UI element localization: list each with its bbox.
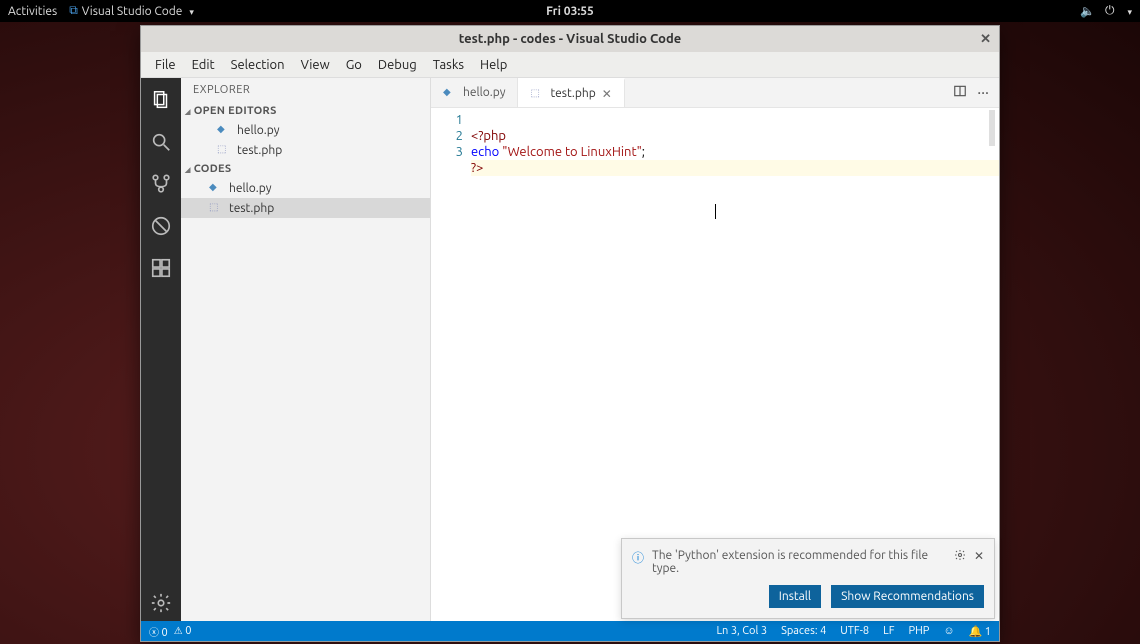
menu-tasks[interactable]: Tasks — [425, 58, 472, 72]
file-label: test.php — [229, 202, 274, 215]
file-label: hello.py — [229, 182, 271, 195]
menu-edit[interactable]: Edit — [184, 58, 223, 72]
settings-gear-icon[interactable] — [149, 591, 173, 615]
notification-toast: ⓘ The 'Python' extension is recommended … — [621, 538, 995, 619]
php-file-icon — [217, 143, 231, 157]
window-close-button[interactable]: ✕ — [980, 32, 991, 47]
menu-help[interactable]: Help — [472, 58, 515, 72]
vscode-window: test.php - codes - Visual Studio Code ✕ … — [140, 25, 1000, 642]
text-cursor — [715, 204, 716, 219]
folder-label: CODES — [194, 163, 232, 175]
vscode-app-icon: ⧉ — [69, 4, 78, 18]
code-token: <?php — [471, 129, 506, 143]
explorer-header: EXPLORER — [181, 78, 430, 102]
clock[interactable]: Fri 03:55 — [546, 5, 594, 18]
notification-settings-icon[interactable] — [954, 549, 966, 575]
editor-tab-test[interactable]: test.php ✕ — [518, 78, 624, 107]
install-button[interactable]: Install — [769, 585, 821, 608]
volume-icon[interactable]: 🔈 — [1080, 4, 1095, 18]
code-token: ?> — [471, 161, 483, 175]
tab-close-icon[interactable]: ✕ — [602, 87, 612, 101]
more-actions-icon[interactable]: ··· — [977, 84, 989, 102]
show-recommendations-button[interactable]: Show Recommendations — [831, 585, 984, 608]
split-editor-icon[interactable] — [953, 84, 967, 102]
menu-bar: File Edit Selection View Go Debug Tasks … — [141, 52, 999, 78]
triangle-down-icon — [185, 105, 191, 117]
source-control-icon[interactable] — [149, 172, 173, 196]
tab-label: test.php — [550, 87, 595, 100]
cursor-position[interactable]: Ln 3, Col 3 — [716, 625, 767, 637]
file-item[interactable]: test.php — [181, 198, 430, 218]
line-gutter: 1 2 3 — [431, 108, 471, 621]
python-file-icon — [443, 86, 457, 100]
activities-button[interactable]: Activities — [8, 5, 57, 18]
errors-indicator[interactable]: ⓧ 0 — [149, 624, 168, 639]
extensions-icon[interactable] — [149, 256, 173, 280]
explorer-icon[interactable] — [149, 88, 173, 112]
tab-bar: hello.py test.php ✕ ··· — [431, 78, 999, 108]
menu-debug[interactable]: Debug — [370, 58, 425, 72]
power-icon[interactable]: ⏻ — [1105, 4, 1115, 18]
explorer-sidebar: EXPLORER OPEN EDITORS hello.py test.php … — [181, 78, 431, 621]
code-token: "Welcome to LinuxHint" — [502, 145, 642, 159]
window-title: test.php - codes - Visual Studio Code — [459, 32, 682, 46]
line-number: 2 — [431, 128, 463, 144]
code-token: echo — [471, 145, 499, 159]
notification-message: The 'Python' extension is recommended fo… — [652, 549, 946, 575]
menu-selection[interactable]: Selection — [223, 58, 293, 72]
tab-label: hello.py — [463, 86, 505, 99]
code-token: ; — [642, 145, 645, 159]
open-editors-label: OPEN EDITORS — [194, 105, 277, 117]
window-title-bar: test.php - codes - Visual Studio Code ✕ — [141, 26, 999, 52]
file-label: test.php — [237, 144, 282, 157]
php-file-icon — [530, 87, 544, 101]
file-label: hello.py — [237, 124, 279, 137]
feedback-icon[interactable]: ☺ — [943, 625, 954, 637]
minimap[interactable] — [989, 110, 995, 146]
activity-bar — [141, 78, 181, 621]
gnome-panel: Activities ⧉ Visual Studio Code Fri 03:5… — [0, 0, 1140, 22]
eol-setting[interactable]: LF — [883, 625, 894, 637]
search-icon[interactable] — [149, 130, 173, 154]
debug-icon[interactable] — [149, 214, 173, 238]
line-number: 3 — [431, 144, 463, 160]
editor-tab-hello[interactable]: hello.py — [431, 78, 518, 107]
menu-view[interactable]: View — [293, 58, 338, 72]
app-menu[interactable]: ⧉ Visual Studio Code — [69, 4, 194, 18]
warnings-indicator[interactable]: ⚠ 0 — [174, 625, 192, 637]
encoding-setting[interactable]: UTF-8 — [840, 625, 869, 637]
menu-go[interactable]: Go — [338, 58, 370, 72]
file-item[interactable]: hello.py — [181, 178, 430, 198]
triangle-down-icon — [185, 163, 191, 175]
folder-section[interactable]: CODES — [181, 160, 430, 178]
open-editor-item[interactable]: test.php — [181, 140, 430, 160]
indentation-setting[interactable]: Spaces: 4 — [781, 625, 826, 637]
menu-file[interactable]: File — [147, 58, 184, 72]
php-file-icon — [209, 201, 223, 215]
info-icon: ⓘ — [632, 549, 644, 575]
chevron-down-icon — [1124, 5, 1132, 18]
notifications-bell-icon[interactable]: 🔔 1 — [969, 625, 991, 638]
status-bar: ⓧ 0 ⚠ 0 Ln 3, Col 3 Spaces: 4 UTF-8 LF P… — [141, 621, 999, 641]
notification-close-icon[interactable]: ✕ — [974, 549, 984, 575]
app-menu-label: Visual Studio Code — [82, 5, 183, 18]
open-editor-item[interactable]: hello.py — [181, 120, 430, 140]
python-file-icon — [217, 123, 231, 137]
python-file-icon — [209, 181, 223, 195]
open-editors-section[interactable]: OPEN EDITORS — [181, 102, 430, 120]
line-number: 1 — [431, 112, 463, 128]
chevron-down-icon — [186, 5, 194, 18]
language-mode[interactable]: PHP — [909, 625, 930, 637]
